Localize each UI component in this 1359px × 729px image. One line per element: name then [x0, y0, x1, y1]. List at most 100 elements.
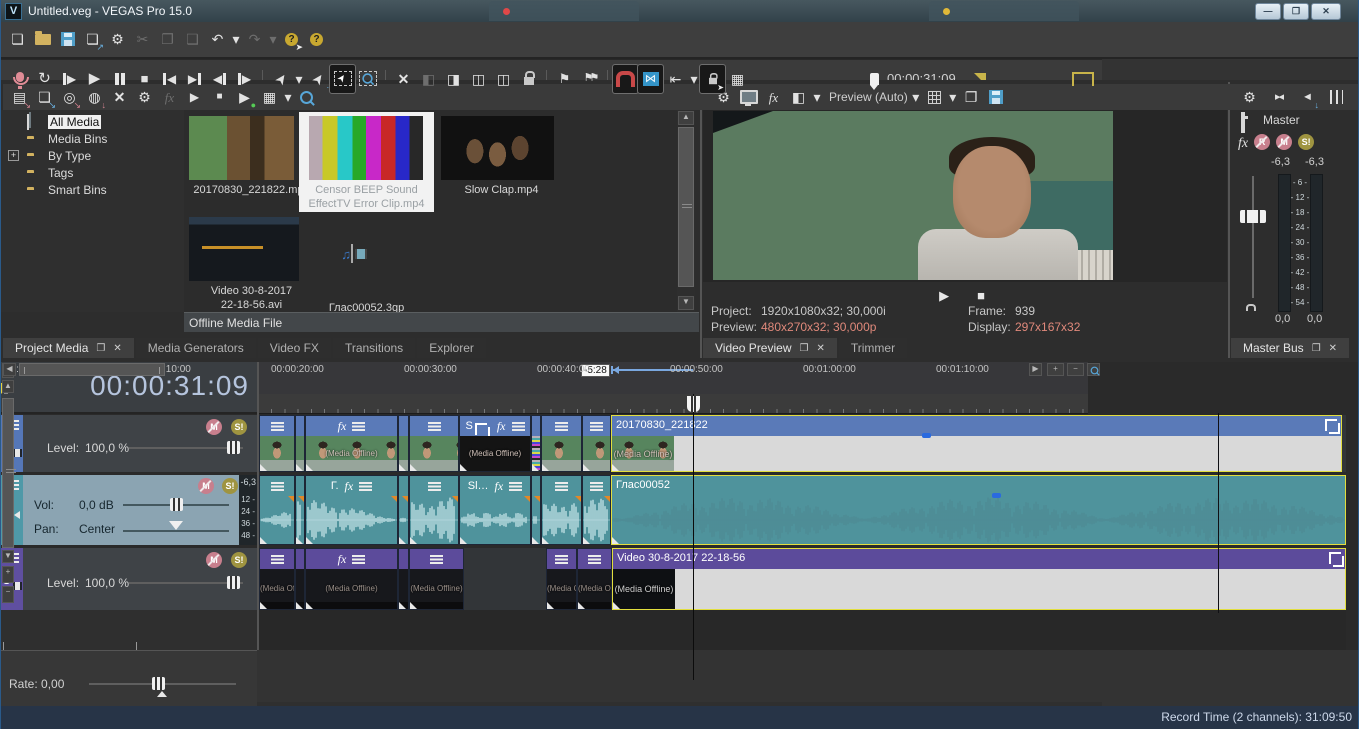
- sidebar-item-by-type[interactable]: + By Type: [1, 147, 184, 164]
- panel-splitter[interactable]: [700, 82, 702, 358]
- redo-dropdown[interactable]: ▾: [267, 25, 279, 53]
- track-2-vol-slider[interactable]: [123, 498, 229, 511]
- timeline-clip[interactable]: [582, 415, 611, 472]
- enable-snapping-icon[interactable]: [612, 63, 639, 94]
- track-2-mute-button[interactable]: M: [198, 478, 214, 494]
- downmix-output-icon[interactable]: ◄ ↓: [1295, 83, 1320, 111]
- clip-menu-icon[interactable]: [352, 421, 366, 431]
- grid-overlay-dropdown[interactable]: ▾: [947, 83, 959, 111]
- play-icon[interactable]: ▶: [82, 65, 107, 93]
- save-project-icon[interactable]: [55, 25, 80, 53]
- timeline-clip[interactable]: 20170830_221822 (Media Offline): [611, 415, 1342, 472]
- stop-icon[interactable]: ■: [977, 289, 985, 302]
- lock-envelopes-icon[interactable]: ➤: [699, 63, 726, 94]
- rate-thumb[interactable]: [152, 677, 165, 690]
- mixer-console-icon[interactable]: [1324, 83, 1349, 111]
- track-2-pan-slider[interactable]: [123, 521, 229, 532]
- play-icon[interactable]: ▶: [939, 289, 949, 302]
- close-panel-icon[interactable]: ✕: [816, 343, 824, 354]
- scroll-thumb[interactable]: [19, 363, 165, 376]
- timeline-clip[interactable]: [531, 415, 541, 472]
- timeline-clip[interactable]: [398, 415, 409, 472]
- previous-frame-icon[interactable]: ◀: [207, 65, 232, 93]
- scroll-thumb[interactable]: [2, 398, 16, 548]
- float-window-icon[interactable]: ❐: [96, 343, 105, 354]
- copy-snapshot-icon[interactable]: ❐: [959, 83, 984, 111]
- minimize-button[interactable]: —: [1255, 3, 1281, 20]
- slip-trim-icon[interactable]: ◫: [466, 65, 491, 93]
- timeline-clip[interactable]: (Media Offline): [259, 548, 295, 610]
- clip-menu-icon[interactable]: [555, 481, 568, 491]
- track-1-header[interactable]: 1 M S! Level: 100,0 %: [1, 415, 257, 472]
- restore-button[interactable]: ❐: [1283, 3, 1309, 20]
- close-button[interactable]: ✕: [1311, 3, 1341, 20]
- clip-menu-icon[interactable]: [588, 554, 601, 564]
- timeline-clip[interactable]: [398, 548, 409, 610]
- tab-explorer[interactable]: Explorer: [417, 338, 486, 358]
- play-from-start-icon[interactable]: ▶: [57, 65, 82, 93]
- split-trim-icon[interactable]: ◫: [491, 65, 516, 93]
- timeline-clip[interactable]: (Media Offline): [409, 548, 464, 610]
- grid-overlay-icon[interactable]: [922, 83, 947, 111]
- next-frame-icon[interactable]: ▶: [232, 65, 257, 93]
- preview-quality-dropdown[interactable]: ▾: [910, 83, 922, 111]
- pause-icon[interactable]: [107, 65, 132, 93]
- whats-this-help-icon[interactable]: ?: [304, 25, 329, 53]
- clip-fx-icon[interactable]: fx: [495, 480, 504, 492]
- clip-pan-crop-icon[interactable]: [1325, 419, 1340, 434]
- master-fx-button[interactable]: fx: [1238, 134, 1248, 152]
- tree-expander-icon[interactable]: +: [8, 150, 19, 161]
- clip-menu-icon[interactable]: [555, 421, 568, 431]
- master-mute-button[interactable]: M: [1276, 134, 1293, 152]
- tab-master-bus[interactable]: Master Bus ❐ ✕: [1231, 338, 1350, 358]
- video-output-fx-icon[interactable]: fx: [761, 83, 786, 111]
- tab-project-media[interactable]: Project Media ❐ ✕: [3, 338, 134, 358]
- clip-menu-icon[interactable]: [359, 481, 373, 491]
- clip-fx-icon[interactable]: fx: [497, 420, 506, 432]
- float-window-icon[interactable]: ❐: [1312, 343, 1321, 354]
- clip-crop-icon[interactable]: [474, 423, 490, 436]
- track-3-header[interactable]: 3 M S! Level: 100,0 %: [1, 548, 257, 610]
- scroll-down-button[interactable]: ▼: [2, 550, 14, 563]
- track-1-level-thumb[interactable]: [227, 441, 240, 454]
- redo-icon[interactable]: ↷: [242, 25, 267, 53]
- timeline-clip[interactable]: Глас00052: [611, 475, 1346, 545]
- timeline-clip[interactable]: Video 30-8-2017 22-18-56 (Media Offline): [612, 548, 1346, 610]
- delete-icon[interactable]: ✕: [391, 65, 416, 93]
- panel-splitter[interactable]: [1228, 82, 1230, 358]
- sidebar-item-media-bins[interactable]: Media Bins: [1, 130, 184, 147]
- sidebar-item-smart-bins[interactable]: Smart Bins: [1, 181, 184, 198]
- track-1-mute-button[interactable]: M: [206, 419, 222, 435]
- copy-icon[interactable]: ❐: [155, 25, 180, 53]
- clip-menu-icon[interactable]: [590, 481, 603, 491]
- clip-menu-icon[interactable]: [511, 421, 525, 431]
- undo-icon[interactable]: ↶: [205, 25, 230, 53]
- timeline-clip[interactable]: [398, 475, 409, 545]
- timeline-clip[interactable]: [259, 475, 295, 545]
- rate-slider[interactable]: [89, 677, 236, 690]
- envelope-point[interactable]: [922, 433, 931, 438]
- media-file[interactable]: Глас00052.3gp: [299, 213, 434, 312]
- scroll-up-button[interactable]: ▲: [2, 380, 14, 393]
- new-project-icon[interactable]: ❏: [5, 25, 30, 53]
- timeline-clip[interactable]: [295, 415, 305, 472]
- sidebar-item-all-media[interactable]: All Media: [1, 113, 184, 130]
- project-properties-icon[interactable]: ⚙: [105, 25, 130, 53]
- trim-end-icon[interactable]: ◨: [441, 65, 466, 93]
- timeline-clip[interactable]: [531, 475, 541, 545]
- clip-fx-icon[interactable]: fx: [345, 480, 354, 492]
- timeline-clip[interactable]: [409, 475, 459, 545]
- envelope-point[interactable]: [992, 493, 1001, 498]
- zoom-edit-tool-icon[interactable]: [355, 65, 380, 93]
- go-to-end-icon[interactable]: ▶: [182, 65, 207, 93]
- clip-menu-icon[interactable]: [270, 421, 284, 431]
- clip-menu-icon[interactable]: [270, 554, 284, 564]
- timeline-clip[interactable]: (Media Offline): [546, 548, 577, 610]
- insert-region-icon[interactable]: ⚑⚑: [577, 65, 602, 93]
- timeline-clip[interactable]: Sl… fx: [459, 475, 531, 545]
- float-window-icon[interactable]: ❐: [800, 343, 809, 354]
- track-2-solo-button[interactable]: S!: [222, 478, 238, 494]
- clip-menu-icon[interactable]: [352, 554, 366, 564]
- envelope-edit-tool-icon[interactable]: ➤ ∙: [305, 65, 330, 93]
- timeline-clip[interactable]: [295, 475, 305, 545]
